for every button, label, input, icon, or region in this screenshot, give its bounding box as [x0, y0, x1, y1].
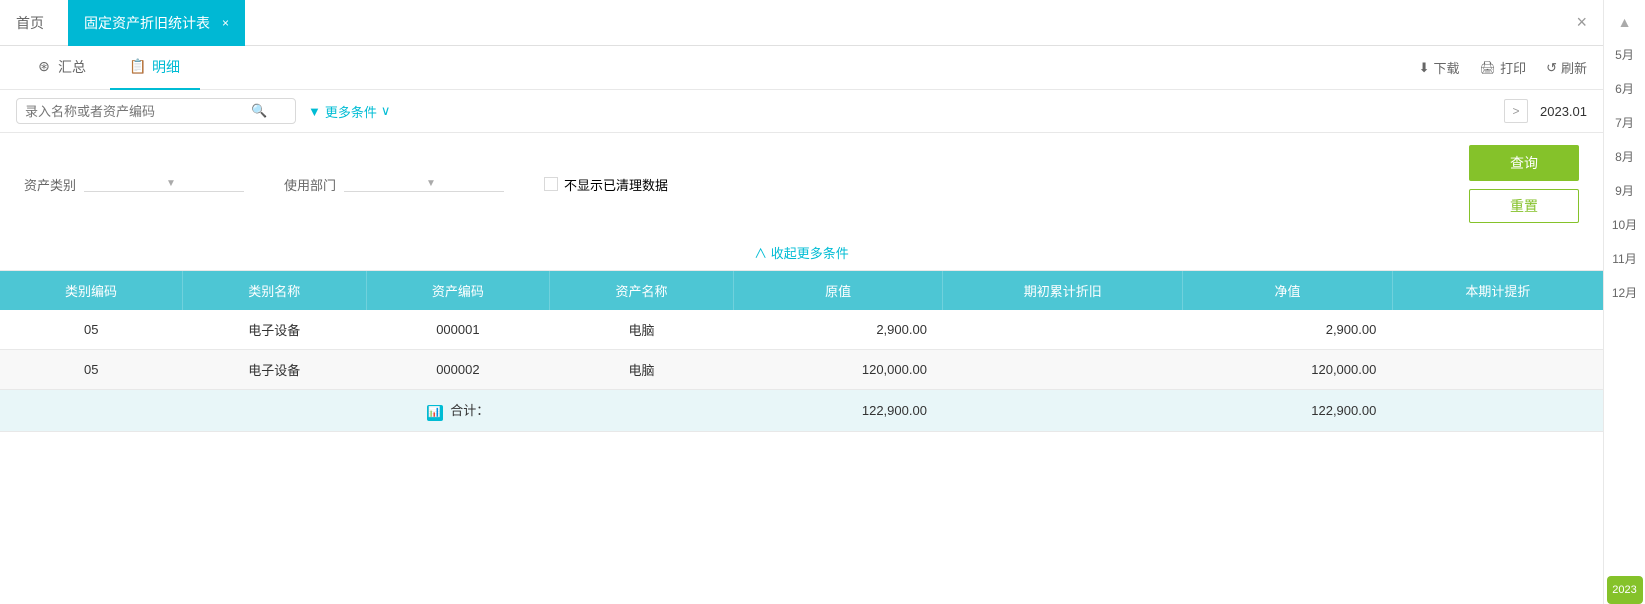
total-original-value: 122,900.00: [733, 390, 943, 432]
print-icon: 🖨: [1480, 60, 1497, 76]
query-button[interactable]: 查询: [1469, 145, 1579, 181]
col-accumulated-depreciation: 期初累计折旧: [943, 271, 1183, 310]
filter-bar: 🔍 ▼ 更多条件 ∨ > 2023.01: [0, 90, 1603, 133]
print-button[interactable]: 🖨 打印: [1480, 58, 1527, 77]
table-row: 05 电子设备 000002 电脑 120,000.00 120,000.00: [0, 350, 1603, 390]
tab-title: 固定资产折旧统计表: [84, 13, 210, 33]
toolbar-actions: ⬇ 下载 🖨 打印 ↺ 刷新: [1419, 58, 1587, 77]
filter-icon: ▼: [308, 104, 321, 119]
tab-close-button[interactable]: ×: [222, 16, 229, 30]
chevron-right-icon: >: [1512, 104, 1519, 118]
sidebar-month-12[interactable]: 12月: [1607, 276, 1643, 308]
cell-original-value: 2,900.00: [733, 310, 943, 350]
cell-asset-code: 000002: [366, 350, 550, 390]
total-badge-icon: 📊: [427, 405, 443, 421]
download-icon: ⬇: [1419, 60, 1430, 76]
tab-detail[interactable]: 📋 明细: [110, 46, 200, 90]
search-icon: 🔍: [251, 103, 267, 119]
cell-accumulated-depreciation: [943, 310, 1183, 350]
no-cleared-field[interactable]: 不显示已清理数据: [544, 175, 668, 194]
col-category-name: 类别名称: [183, 271, 367, 310]
total-label: 📊 合计：: [183, 390, 734, 432]
right-sidebar: ▲ 5月 6月 7月 8月 9月 10月 11月 12月 2023: [1603, 0, 1645, 604]
cell-current-depreciation: [1392, 310, 1603, 350]
expand-button[interactable]: >: [1504, 99, 1528, 123]
asset-category-label: 资产类别: [24, 175, 76, 194]
cell-net-value: 120,000.00: [1183, 350, 1393, 390]
active-tab: 固定资产折旧统计表 ×: [68, 0, 245, 46]
sidebar-month-6[interactable]: 6月: [1607, 72, 1643, 104]
sidebar-month-10[interactable]: 10月: [1607, 208, 1643, 240]
download-button[interactable]: ⬇ 下载: [1419, 58, 1460, 77]
search-input[interactable]: [25, 104, 245, 119]
total-current-depreciation: [1392, 390, 1603, 432]
chevron-down-icon: ∨: [381, 103, 391, 119]
col-asset-name: 资产名称: [550, 271, 734, 310]
top-nav: 首页 固定资产折旧统计表 × ×: [0, 0, 1603, 46]
summary-icon: ⊛: [36, 59, 52, 75]
sidebar-month-8[interactable]: 8月: [1607, 140, 1643, 172]
cell-asset-name: 电脑: [550, 350, 734, 390]
cell-category-code: 05: [0, 350, 183, 390]
cell-asset-code: 000001: [366, 310, 550, 350]
cell-asset-name: 电脑: [550, 310, 734, 350]
col-asset-code: 资产编码: [366, 271, 550, 310]
total-icon-cell: [0, 390, 183, 432]
cell-category-name: 电子设备: [183, 310, 367, 350]
table-row: 05 电子设备 000001 电脑 2,900.00 2,900.00: [0, 310, 1603, 350]
department-select[interactable]: ▼: [344, 176, 504, 192]
col-current-depreciation: 本期计提折: [1392, 271, 1603, 310]
reset-button[interactable]: 重置: [1469, 189, 1579, 223]
sidebar-month-11[interactable]: 11月: [1607, 242, 1643, 274]
table-header-row: 类别编码 类别名称 资产编码 资产名称 原值 期初累计折旧 净值 本期计提折: [0, 271, 1603, 310]
asset-category-arrow: ▼: [166, 178, 240, 189]
filter-row: 资产类别 ▼ 使用部门 ▼ 不显示已清理数据 查询 重置: [24, 145, 1579, 223]
sidebar-month-9[interactable]: 9月: [1607, 174, 1643, 206]
total-net-value: 122,900.00: [1183, 390, 1393, 432]
advanced-filter: 资产类别 ▼ 使用部门 ▼ 不显示已清理数据 查询 重置: [0, 133, 1603, 271]
more-conditions-button[interactable]: ▼ 更多条件 ∨: [308, 102, 390, 121]
date-label: 2023.01: [1540, 104, 1587, 119]
no-cleared-label: 不显示已清理数据: [564, 175, 668, 194]
filter-actions: 查询 重置: [1469, 145, 1579, 223]
department-label: 使用部门: [284, 175, 336, 194]
cell-category-code: 05: [0, 310, 183, 350]
sidebar-scroll-up[interactable]: ▲: [1607, 8, 1643, 36]
view-tabs: ⊛ 汇总 📋 明细: [16, 46, 200, 90]
tab-summary[interactable]: ⊛ 汇总: [16, 46, 106, 90]
cell-net-value: 2,900.00: [1183, 310, 1393, 350]
sidebar-month-7[interactable]: 7月: [1607, 106, 1643, 138]
cell-accumulated-depreciation: [943, 350, 1183, 390]
col-category-code: 类别编码: [0, 271, 183, 310]
col-net-value: 净值: [1183, 271, 1393, 310]
department-field: 使用部门 ▼: [284, 175, 504, 194]
data-table-wrap: 类别编码 类别名称 资产编码 资产名称 原值 期初累计折旧 净值 本期计提折 0…: [0, 271, 1603, 604]
total-accumulated-depreciation: [943, 390, 1183, 432]
cell-original-value: 120,000.00: [733, 350, 943, 390]
refresh-icon: ↺: [1546, 60, 1557, 76]
department-arrow: ▼: [426, 178, 500, 189]
collapse-button[interactable]: ∧ 收起更多条件: [24, 235, 1579, 270]
cell-category-name: 电子设备: [183, 350, 367, 390]
no-cleared-checkbox[interactable]: [544, 177, 558, 191]
window-close-button[interactable]: ×: [1576, 12, 1587, 33]
detail-icon: 📋: [130, 59, 146, 75]
asset-category-field: 资产类别 ▼: [24, 175, 244, 194]
total-row: 📊 合计： 122,900.00 122,900.00: [0, 390, 1603, 432]
search-wrap: 🔍: [16, 98, 296, 124]
asset-category-select[interactable]: ▼: [84, 176, 244, 192]
collapse-icon: ∧: [754, 246, 771, 261]
cell-current-depreciation: [1392, 350, 1603, 390]
data-table: 类别编码 类别名称 资产编码 资产名称 原值 期初累计折旧 净值 本期计提折 0…: [0, 271, 1603, 432]
refresh-button[interactable]: ↺ 刷新: [1546, 58, 1587, 77]
col-original-value: 原值: [733, 271, 943, 310]
tab-bar: ⊛ 汇总 📋 明细 ⬇ 下载 🖨 打印 ↺ 刷新: [0, 46, 1603, 90]
sidebar-year-badge[interactable]: 2023: [1607, 576, 1643, 604]
sidebar-month-5[interactable]: 5月: [1607, 38, 1643, 70]
home-link[interactable]: 首页: [16, 13, 44, 33]
